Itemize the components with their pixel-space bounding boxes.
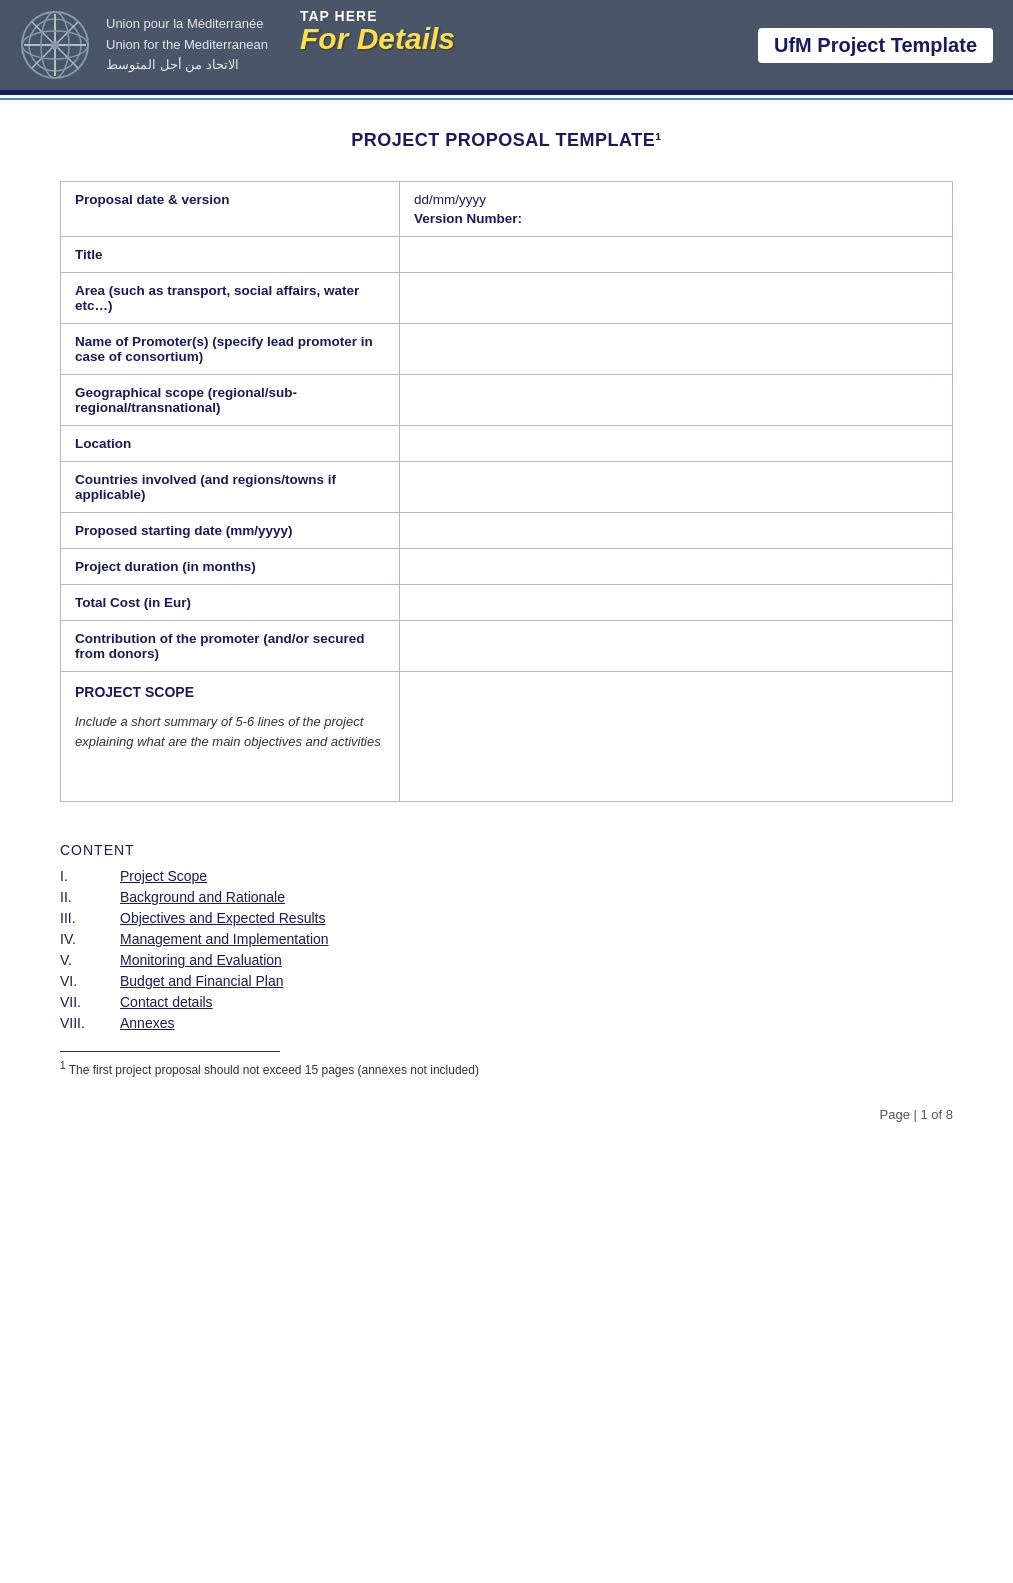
row-value [399, 585, 952, 621]
org-line3: الاتحاد من أجل المتوسط [106, 55, 268, 76]
content-link-annexes[interactable]: Annexes [120, 1015, 174, 1031]
content-link-management[interactable]: Management and Implementation [120, 931, 329, 947]
table-row: Project duration (in months) [61, 549, 953, 585]
list-numeral: II. [60, 889, 120, 905]
content-link-contact[interactable]: Contact details [120, 994, 213, 1010]
footnote: 1 The first project proposal should not … [60, 1060, 953, 1077]
row-value [399, 462, 952, 513]
content-link-objectives[interactable]: Objectives and Expected Results [120, 910, 325, 926]
list-numeral: VII. [60, 994, 120, 1010]
list-item: III. Objectives and Expected Results [60, 910, 953, 926]
table-row: Title [61, 237, 953, 273]
row-value [399, 621, 952, 672]
row-value [399, 375, 952, 426]
row-label: Name of Promoter(s) (specify lead promot… [61, 324, 400, 375]
list-item: II. Background and Rationale [60, 889, 953, 905]
row-value [399, 549, 952, 585]
row-value [399, 426, 952, 462]
table-row: Total Cost (in Eur) [61, 585, 953, 621]
table-row: Geographical scope (regional/sub-regiona… [61, 375, 953, 426]
content-link-monitoring[interactable]: Monitoring and Evaluation [120, 952, 282, 968]
table-row: Area (such as transport, social affairs,… [61, 273, 953, 324]
list-item: VII. Contact details [60, 994, 953, 1010]
content-link-budget[interactable]: Budget and Financial Plan [120, 973, 283, 989]
scope-value-cell [399, 672, 952, 802]
list-numeral: I. [60, 868, 120, 884]
row-label: Total Cost (in Eur) [61, 585, 400, 621]
content-list: I. Project Scope II. Background and Rati… [60, 868, 953, 1031]
scope-label-cell: PROJECT SCOPE Include a short summary of… [61, 672, 400, 802]
table-row-scope: PROJECT SCOPE Include a short summary of… [61, 672, 953, 802]
content-heading: CONTENT [60, 842, 953, 858]
list-item: VI. Budget and Financial Plan [60, 973, 953, 989]
list-numeral: VIII. [60, 1015, 120, 1031]
list-item: IV. Management and Implementation [60, 931, 953, 947]
page-header: Union pour la Méditerranée Union for the… [0, 0, 1013, 90]
row-label: Area (such as transport, social affairs,… [61, 273, 400, 324]
header-org-text: Union pour la Méditerranée Union for the… [106, 14, 268, 76]
table-row: Location [61, 426, 953, 462]
row-value: dd/mm/yyyy Version Number: [399, 182, 952, 237]
table-row: Proposed starting date (mm/yyyy) [61, 513, 953, 549]
list-numeral: IV. [60, 931, 120, 947]
content-section: CONTENT I. Project Scope II. Background … [60, 842, 953, 1031]
org-line1: Union pour la Méditerranée [106, 14, 268, 35]
row-label: Location [61, 426, 400, 462]
list-item: V. Monitoring and Evaluation [60, 952, 953, 968]
row-value [399, 513, 952, 549]
header-title: UfM Project Template [758, 28, 993, 63]
main-content: PROJECT PROPOSAL TEMPLATE¹ Proposal date… [0, 100, 1013, 1162]
list-numeral: V. [60, 952, 120, 968]
list-numeral: III. [60, 910, 120, 926]
table-row: Name of Promoter(s) (specify lead promot… [61, 324, 953, 375]
row-label: Countries involved (and regions/towns if… [61, 462, 400, 513]
table-row: Countries involved (and regions/towns if… [61, 462, 953, 513]
row-value [399, 273, 952, 324]
proposal-table: Proposal date & version dd/mm/yyyy Versi… [60, 181, 953, 802]
page-title: PROJECT PROPOSAL TEMPLATE¹ [60, 130, 953, 151]
row-label: Contribution of the promoter (and/or sec… [61, 621, 400, 672]
footnote-divider [60, 1051, 280, 1052]
tap-here-bottom-text: For Details [300, 24, 455, 54]
row-label: Proposed starting date (mm/yyyy) [61, 513, 400, 549]
list-item: VIII. Annexes [60, 1015, 953, 1031]
page-number: Page | 1 of 8 [60, 1107, 953, 1122]
row-value [399, 324, 952, 375]
list-numeral: VI. [60, 973, 120, 989]
svg-point-8 [51, 41, 59, 49]
list-item: I. Project Scope [60, 868, 953, 884]
row-label: Geographical scope (regional/sub-regiona… [61, 375, 400, 426]
row-label: Project duration (in months) [61, 549, 400, 585]
ufm-logo [20, 10, 90, 80]
table-row: Proposal date & version dd/mm/yyyy Versi… [61, 182, 953, 237]
content-link-project-scope[interactable]: Project Scope [120, 868, 207, 884]
row-label: Proposal date & version [61, 182, 400, 237]
content-link-background[interactable]: Background and Rationale [120, 889, 285, 905]
org-line2: Union for the Mediterranean [106, 35, 268, 56]
row-label: Title [61, 237, 400, 273]
tap-here-badge[interactable]: TAP HERE For Details [300, 8, 455, 54]
row-value [399, 237, 952, 273]
blue-line-thick [0, 90, 1013, 95]
table-row: Contribution of the promoter (and/or sec… [61, 621, 953, 672]
